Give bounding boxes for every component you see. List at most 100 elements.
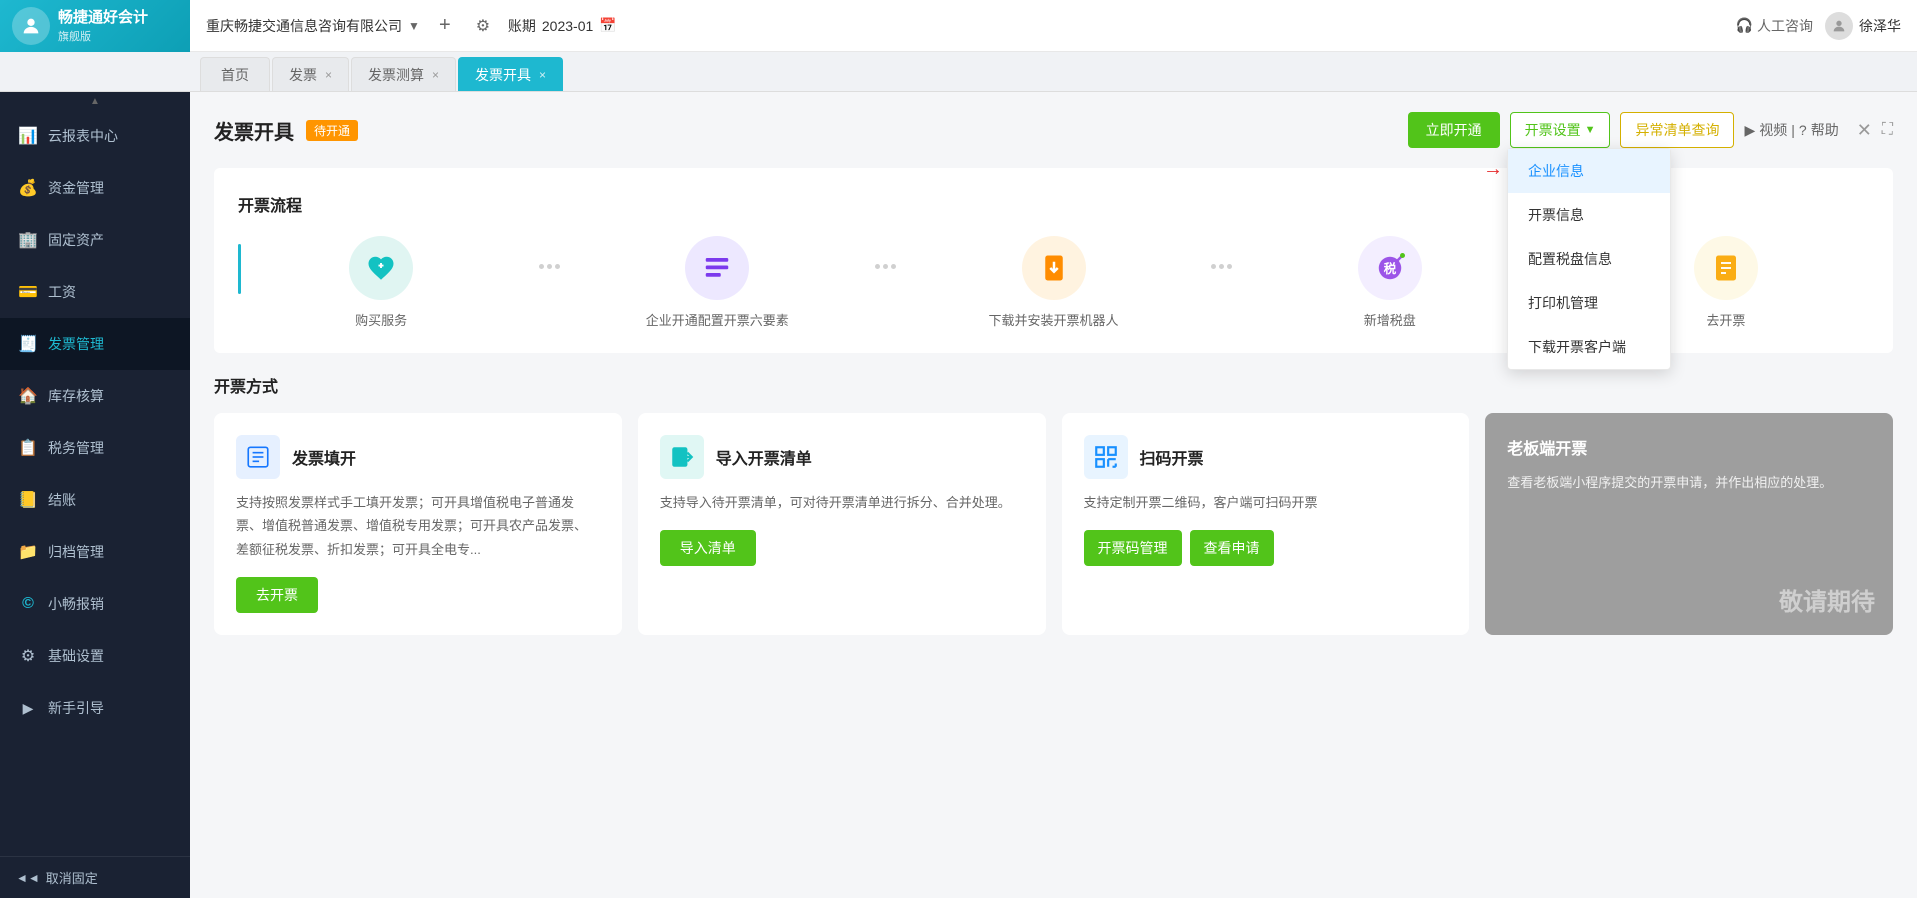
step-go-invoice-icon bbox=[1694, 236, 1758, 300]
video-label[interactable]: 视频 bbox=[1759, 120, 1787, 140]
settings-button[interactable]: ⚙ bbox=[470, 13, 496, 39]
method-import-btn[interactable]: 导入清单 bbox=[660, 530, 756, 566]
guide-icon: ▶ bbox=[18, 700, 38, 717]
method-card-boss: 老板端开票 查看老板端小程序提交的开票申请，并作出相应的处理。 敬请期待 bbox=[1485, 413, 1893, 635]
sidebar-item-guide[interactable]: ▶ 新手引导 bbox=[0, 682, 190, 734]
help-label[interactable]: 帮助 bbox=[1811, 120, 1839, 140]
tab-invoice-test-close[interactable]: × bbox=[432, 68, 439, 82]
sidebar-item-salary[interactable]: 💳 工资 bbox=[0, 266, 190, 318]
tab-invoice-issue[interactable]: 发票开具 × bbox=[458, 57, 563, 91]
add-button[interactable]: + bbox=[432, 13, 458, 39]
sidebar-item-assets[interactable]: 🏢 固定资产 bbox=[0, 214, 190, 266]
step-download-icon bbox=[1022, 236, 1086, 300]
avatar bbox=[1825, 12, 1853, 40]
dropdown-item-printer[interactable]: 打印机管理 bbox=[1508, 281, 1670, 325]
sidebar-label-xiaochang: 小畅报销 bbox=[48, 594, 104, 614]
sidebar-label-invoice-mgr: 发票管理 bbox=[48, 334, 104, 354]
step-go-invoice-label: 去开票 bbox=[1706, 310, 1745, 329]
tab-invoice-label: 发票 bbox=[289, 65, 317, 85]
sidebar-item-settings[interactable]: ⚙ 基础设置 bbox=[0, 630, 190, 682]
step-buy-label: 购买服务 bbox=[355, 310, 407, 329]
dropdown-item-company-info[interactable]: 企业信息 bbox=[1508, 149, 1670, 193]
salary-icon: 💳 bbox=[18, 282, 38, 302]
flow-step-buy: 购买服务 bbox=[238, 236, 524, 329]
flow-step-config: 企业开通配置开票六要素 bbox=[574, 236, 860, 329]
methods-title: 开票方式 bbox=[214, 373, 1893, 397]
tab-invoice-issue-close[interactable]: × bbox=[539, 68, 546, 82]
dropdown-item-tax-config[interactable]: 配置税盘信息 bbox=[1508, 237, 1670, 281]
connector-1 bbox=[524, 236, 574, 269]
company-selector[interactable]: 重庆畅捷交通信息咨询有限公司 ▼ bbox=[206, 16, 420, 36]
sidebar-item-invoice-mgr[interactable]: 🧾 发票管理 bbox=[0, 318, 190, 370]
sidebar-item-capital[interactable]: 💰 资金管理 bbox=[0, 162, 190, 214]
exception-button[interactable]: 异常清单查询 bbox=[1620, 112, 1734, 148]
flow-step-download: 下载并安装开票机器人 bbox=[910, 236, 1196, 329]
sidebar-item-account[interactable]: 📒 结账 bbox=[0, 474, 190, 526]
dropdown-item-download-client[interactable]: 下载开票客户端 bbox=[1508, 325, 1670, 369]
calendar-icon[interactable]: 📅 bbox=[599, 17, 616, 34]
period-label: 账期 bbox=[508, 16, 536, 36]
tab-invoice-close[interactable]: × bbox=[325, 68, 332, 82]
sidebar-label-inventory: 库存核算 bbox=[48, 386, 104, 406]
step-taxdisk-label: 新增税盘 bbox=[1364, 310, 1416, 329]
tab-home-label: 首页 bbox=[221, 65, 249, 85]
method-import-desc: 支持导入待开票清单，可对待开票清单进行拆分、合并处理。 bbox=[660, 491, 1024, 514]
method-fill-btn[interactable]: 去开票 bbox=[236, 577, 318, 613]
dropdown-item-invoice-info[interactable]: 开票信息 bbox=[1508, 193, 1670, 237]
sidebar-label-account: 结账 bbox=[48, 490, 76, 510]
dropdown-arrow-icon: ▼ bbox=[408, 19, 420, 33]
logo-area: 畅捷通好会计 旗舰版 bbox=[0, 0, 190, 52]
user-info[interactable]: 徐泽华 bbox=[1825, 12, 1901, 40]
tab-invoice-issue-label: 发票开具 bbox=[475, 65, 531, 85]
account-icon: 📒 bbox=[18, 490, 38, 510]
report-icon: 📊 bbox=[18, 126, 38, 146]
tab-invoice-test[interactable]: 发票测算 × bbox=[351, 57, 456, 91]
sidebar-item-archive[interactable]: 📁 归档管理 bbox=[0, 526, 190, 578]
svg-text:税: 税 bbox=[1383, 261, 1396, 276]
main-content: 发票开具 待开通 立即开通 开票设置 ▼ 异常清单查询 ▶ 视频 | ? bbox=[190, 92, 1917, 898]
logo-title: 畅捷通好会计 bbox=[58, 8, 148, 28]
method-card-scan: 扫码开票 支持定制开票二维码，客户端可扫码开票 开票码管理 查看申请 bbox=[1062, 413, 1470, 635]
dropdown-menu: 企业信息 开票信息 配置税盘信息 打印机管理 下载开票客户端 bbox=[1507, 148, 1671, 370]
sidebar-cancel[interactable]: ◄◄ 取消固定 bbox=[0, 856, 190, 898]
tab-invoice-test-label: 发票测算 bbox=[368, 65, 424, 85]
method-import-title: 导入开票清单 bbox=[716, 445, 812, 469]
sidebar-item-inventory[interactable]: 🏠 库存核算 bbox=[0, 370, 190, 422]
method-import-icon bbox=[660, 435, 704, 479]
sidebar-label-salary: 工资 bbox=[48, 282, 76, 302]
period-value: 2023-01 bbox=[542, 18, 593, 34]
top-bar: 重庆畅捷交通信息咨询有限公司 ▼ + ⚙ 账期 2023-01 📅 🎧 人工咨询… bbox=[190, 0, 1917, 51]
step-config-label: 企业开通配置开票六要素 bbox=[646, 310, 789, 329]
assets-icon: 🏢 bbox=[18, 230, 38, 250]
method-scan-title: 扫码开票 bbox=[1140, 445, 1204, 469]
window-close-icon[interactable]: ✕ bbox=[1857, 120, 1872, 141]
tab-bar: 首页 发票 × 发票测算 × 发票开具 × bbox=[0, 52, 1917, 92]
settings-dropdown-btn[interactable]: 开票设置 ▼ bbox=[1510, 112, 1611, 148]
sidebar-item-tax[interactable]: 📋 税务管理 bbox=[0, 422, 190, 474]
method-import-header: 导入开票清单 bbox=[660, 435, 1024, 479]
method-scan-qr-btn[interactable]: 开票码管理 bbox=[1084, 530, 1182, 566]
sidebar-item-xiaochang[interactable]: © 小畅报销 bbox=[0, 578, 190, 630]
logo-subtitle: 旗舰版 bbox=[58, 28, 148, 44]
method-scan-apply-btn[interactable]: 查看申请 bbox=[1190, 530, 1274, 566]
settings-dropdown-label: 开票设置 bbox=[1525, 120, 1581, 140]
tab-invoice[interactable]: 发票 × bbox=[272, 57, 349, 91]
sidebar-item-report[interactable]: 📊 云报表中心 bbox=[0, 110, 190, 162]
sidebar: ▲ 📊 云报表中心 💰 资金管理 🏢 固定资产 💳 工资 🧾 发票管理 bbox=[0, 92, 190, 898]
window-maximize-icon[interactable]: ⛶ bbox=[1882, 121, 1893, 139]
page-header: 发票开具 待开通 立即开通 开票设置 ▼ 异常清单查询 ▶ 视频 | ? bbox=[214, 112, 1893, 148]
tab-home[interactable]: 首页 bbox=[200, 57, 270, 91]
sidebar-label-tax: 税务管理 bbox=[48, 438, 104, 458]
help-icon: ? bbox=[1799, 122, 1807, 138]
red-arrow: → bbox=[1483, 158, 1503, 181]
inventory-icon: 🏠 bbox=[18, 386, 38, 406]
activate-button[interactable]: 立即开通 bbox=[1408, 112, 1500, 148]
logo-text-group: 畅捷通好会计 旗舰版 bbox=[58, 8, 148, 44]
support-btn[interactable]: 🎧 人工咨询 bbox=[1736, 16, 1813, 36]
sidebar-scroll-up[interactable]: ▲ bbox=[0, 92, 190, 110]
play-icon[interactable]: ▶ bbox=[1744, 122, 1755, 139]
connector-2 bbox=[860, 236, 910, 269]
method-boss-desc: 查看老板端小程序提交的开票申请，并作出相应的处理。 bbox=[1507, 471, 1871, 494]
method-boss-title: 老板端开票 bbox=[1507, 435, 1871, 459]
tax-icon: 📋 bbox=[18, 438, 38, 458]
